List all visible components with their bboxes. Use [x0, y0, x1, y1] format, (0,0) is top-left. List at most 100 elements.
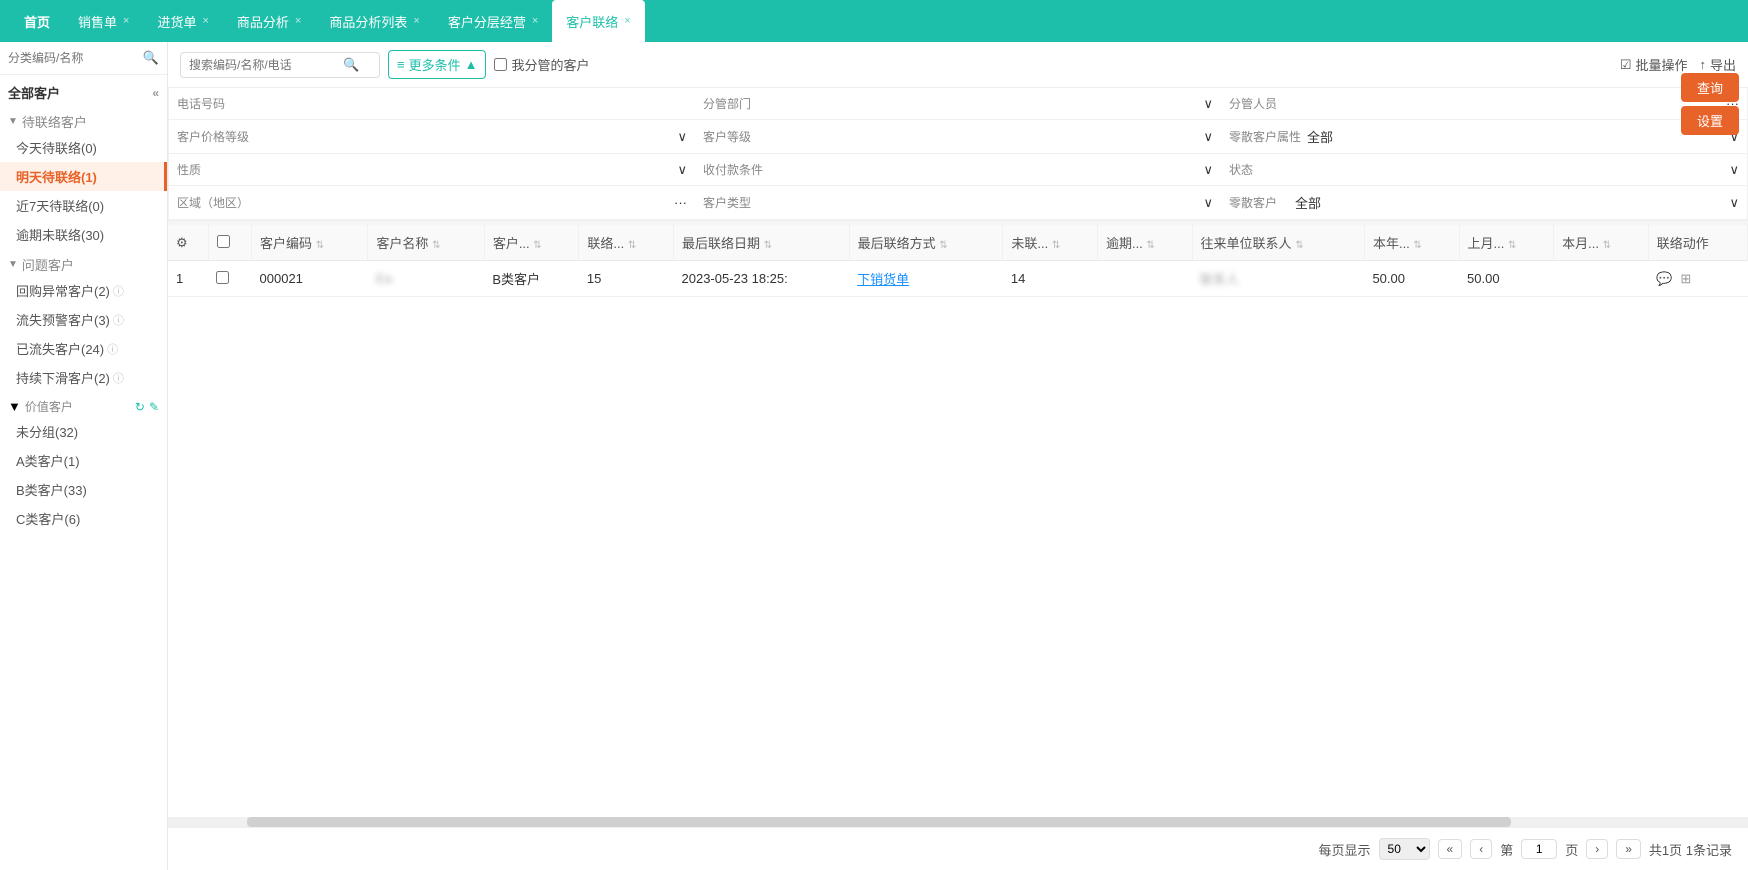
- col-unit-contact-label: 往来单位联系人: [1201, 236, 1292, 251]
- filter-status-label: 状态: [1229, 161, 1289, 178]
- last-page-btn[interactable]: »: [1616, 839, 1641, 859]
- col-overdue[interactable]: 逾期... ⇅: [1097, 225, 1192, 261]
- next-page-btn[interactable]: ›: [1586, 839, 1608, 859]
- col-this-month[interactable]: 本月... ⇅: [1554, 225, 1649, 261]
- sidebar-collapse-icon[interactable]: «: [152, 86, 159, 100]
- nav-goods-analysis-list[interactable]: 商品分析列表 ×: [315, 0, 433, 42]
- nav-customer-contact-close[interactable]: ×: [624, 15, 630, 27]
- action-chat-icon[interactable]: 💬: [1656, 271, 1672, 287]
- col-overdue-label: 逾期...: [1106, 236, 1143, 251]
- nav-goods-analysis-close[interactable]: ×: [295, 15, 301, 27]
- col-name[interactable]: 客户名称 ⇅: [368, 225, 484, 261]
- row-checkbox[interactable]: [208, 261, 251, 297]
- filter-department-value[interactable]: ∨: [769, 96, 1213, 112]
- sidebar-class-c[interactable]: C类客户(6): [0, 504, 167, 533]
- col-type[interactable]: 客户... ⇅: [484, 225, 579, 261]
- filter-status-value[interactable]: ∨: [1295, 162, 1739, 178]
- col-name-sort[interactable]: ⇅: [432, 240, 440, 251]
- query-btn[interactable]: 查询: [1681, 73, 1739, 102]
- first-page-btn[interactable]: «: [1438, 839, 1463, 859]
- col-contact-count[interactable]: 联络... ⇅: [579, 225, 674, 261]
- col-unit-contact[interactable]: 往来单位联系人 ⇅: [1192, 225, 1364, 261]
- search-input[interactable]: [189, 58, 339, 72]
- sidebar-value-refresh[interactable]: ↻: [135, 400, 145, 414]
- col-this-month-sort[interactable]: ⇅: [1603, 240, 1611, 251]
- filter-customer-level-value[interactable]: ∨: [769, 129, 1213, 145]
- filter-action-buttons: 查询 设置: [1681, 73, 1739, 135]
- sidebar-7days-contact[interactable]: 近7天待联络(0): [0, 191, 167, 220]
- sidebar-search-icon[interactable]: 🔍: [143, 50, 159, 66]
- sidebar-overdue-contact[interactable]: 逾期未联络(30): [0, 220, 167, 249]
- col-code-sort[interactable]: ⇅: [316, 240, 324, 251]
- page-input[interactable]: [1521, 839, 1557, 859]
- nav-sales-label: 销售单: [78, 12, 117, 31]
- row-name[interactable]: Ea: [368, 261, 484, 297]
- col-overdue-sort[interactable]: ⇅: [1146, 240, 1154, 251]
- content-area: 🔍 ≡ 更多条件 ▲ 我分管的客户 ☑ 批量操作 ↑ 导出: [168, 42, 1748, 870]
- setting-btn[interactable]: 设置: [1681, 106, 1739, 135]
- prev-page-btn[interactable]: ‹: [1470, 839, 1492, 859]
- sidebar-all-customers[interactable]: 全部客户 «: [0, 75, 167, 106]
- sidebar-churned[interactable]: 已流失客户(24) ⓘ: [0, 334, 167, 363]
- row-checkbox-input[interactable]: [216, 271, 229, 284]
- nav-goods-analysis-list-close[interactable]: ×: [413, 15, 419, 27]
- col-last-contact-date-sort[interactable]: ⇅: [764, 240, 772, 251]
- filter-nature-value[interactable]: ∨: [243, 162, 687, 178]
- col-last-contact-date[interactable]: 最后联络日期 ⇅: [674, 225, 850, 261]
- filter-manager-value: ···: [1295, 96, 1739, 111]
- filter-retail-attr-value[interactable]: 全部∨: [1307, 127, 1739, 146]
- filter-retail-customer-value[interactable]: 全部∨: [1295, 193, 1739, 212]
- row-this-month: [1554, 261, 1649, 297]
- col-last-month[interactable]: 上月... ⇅: [1459, 225, 1554, 261]
- select-all-checkbox[interactable]: [217, 235, 230, 248]
- nav-sales-close[interactable]: ×: [123, 15, 129, 27]
- my-customers-check[interactable]: 我分管的客户: [494, 55, 589, 74]
- col-settings[interactable]: ⚙: [168, 225, 208, 261]
- nav-customer-contact-label: 客户联络: [566, 12, 618, 31]
- nav-purchase-close[interactable]: ×: [202, 15, 208, 27]
- col-no-contact[interactable]: 未联... ⇅: [1003, 225, 1098, 261]
- sidebar-abnormal-repurchase[interactable]: 回购异常客户(2) ⓘ: [0, 276, 167, 305]
- batch-op-btn[interactable]: ☑ 批量操作: [1620, 55, 1688, 74]
- nav-customer-tier[interactable]: 客户分层经营 ×: [434, 0, 552, 42]
- filter-payment-terms-value[interactable]: ∨: [769, 162, 1213, 178]
- row-last-contact-method-link[interactable]: 下销货单: [857, 272, 909, 287]
- filter-customer-type-value[interactable]: ∨: [769, 195, 1213, 211]
- col-last-month-sort[interactable]: ⇅: [1508, 240, 1516, 251]
- sidebar-search-input[interactable]: [8, 51, 139, 65]
- col-code[interactable]: 客户编码 ⇅: [252, 225, 368, 261]
- nav-sales[interactable]: 销售单 ×: [64, 0, 143, 42]
- sidebar-class-a[interactable]: A类客户(1): [0, 446, 167, 475]
- sidebar-today-contact[interactable]: 今天待联络(0): [0, 133, 167, 162]
- sidebar-tomorrow-contact[interactable]: 明天待联络(1): [0, 162, 167, 191]
- nav-customer-tier-close[interactable]: ×: [532, 15, 538, 27]
- col-type-sort[interactable]: ⇅: [533, 240, 541, 251]
- col-this-year[interactable]: 本年... ⇅: [1364, 225, 1459, 261]
- sidebar-unclassified[interactable]: 未分组(32): [0, 417, 167, 446]
- col-no-contact-sort[interactable]: ⇅: [1052, 240, 1060, 251]
- sidebar-class-b[interactable]: B类客户(33): [0, 475, 167, 504]
- col-checkbox[interactable]: [208, 225, 251, 261]
- sidebar-value-edit[interactable]: ✎: [149, 400, 159, 414]
- col-this-year-sort[interactable]: ⇅: [1413, 240, 1421, 251]
- page-size-select[interactable]: 50 100 200: [1379, 838, 1430, 860]
- my-customers-checkbox[interactable]: [494, 58, 507, 71]
- filter-panel: 电话号码 分管部门 ∨ 分管人员 ··· 查询 设置: [168, 88, 1748, 221]
- action-grid-icon[interactable]: ⊞: [1680, 271, 1691, 287]
- filter-btn[interactable]: ≡ 更多条件 ▲: [388, 50, 486, 79]
- col-contact-count-sort[interactable]: ⇅: [628, 240, 636, 251]
- col-unit-contact-sort[interactable]: ⇅: [1295, 240, 1303, 251]
- export-btn[interactable]: ↑ 导出: [1699, 55, 1736, 74]
- col-last-contact-method[interactable]: 最后联络方式 ⇅: [849, 225, 1003, 261]
- horizontal-scrollbar[interactable]: [168, 817, 1748, 827]
- row-last-contact-method[interactable]: 下销货单: [849, 261, 1003, 297]
- nav-customer-contact[interactable]: 客户联络 ×: [552, 0, 644, 42]
- filter-price-level-value[interactable]: ∨: [255, 129, 687, 145]
- sidebar-declining[interactable]: 持续下滑客户(2) ⓘ: [0, 363, 167, 392]
- col-last-contact-method-sort[interactable]: ⇅: [939, 240, 947, 251]
- nav-goods-analysis[interactable]: 商品分析 ×: [223, 0, 315, 42]
- nav-purchase[interactable]: 进货单 ×: [143, 0, 222, 42]
- search-icon[interactable]: 🔍: [343, 57, 359, 73]
- nav-home[interactable]: 首页: [10, 0, 64, 42]
- sidebar-churn-warning[interactable]: 流失预警客户(3) ⓘ: [0, 305, 167, 334]
